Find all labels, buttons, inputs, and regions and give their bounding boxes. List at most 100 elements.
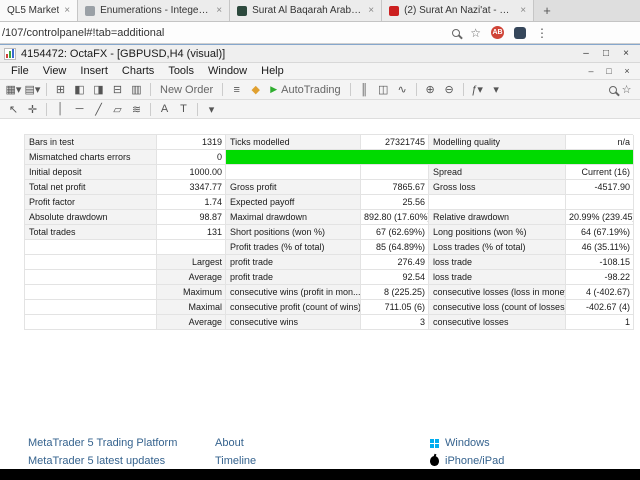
toolbar-separator bbox=[46, 102, 47, 116]
report-label: Relative drawdown bbox=[429, 210, 566, 225]
profiles-icon[interactable]: ▤▾ bbox=[24, 82, 41, 98]
depth-of-market-icon[interactable]: ≡ bbox=[228, 82, 245, 98]
report-value: 25.56 bbox=[361, 195, 429, 210]
timeframes-icon[interactable]: ▾ bbox=[488, 82, 505, 98]
tab-surat-al-baqarah[interactable]: Surat Al Baqarah Arab, Latin & × bbox=[230, 0, 383, 21]
report-row: Largest profit trade 276.49 loss trade -… bbox=[25, 255, 634, 270]
report-row: Absolute drawdown 98.87 Maximal drawdown… bbox=[25, 210, 634, 225]
report-label: Mismatched charts errors bbox=[25, 150, 157, 165]
footer-link-latest-updates[interactable]: MetaTrader 5 latest updates bbox=[28, 452, 215, 470]
market-watch-icon[interactable]: ⊞ bbox=[52, 82, 69, 98]
report-value: 1 bbox=[566, 315, 634, 330]
apple-logo-icon bbox=[430, 456, 439, 466]
child-close-button[interactable]: × bbox=[619, 66, 635, 76]
channel-icon[interactable]: ▱ bbox=[109, 101, 126, 117]
minimize-button[interactable]: – bbox=[576, 48, 596, 59]
label-icon[interactable]: T bbox=[175, 101, 192, 117]
report-value: -98.22 bbox=[566, 270, 634, 285]
report-value: 98.87 bbox=[157, 210, 226, 225]
report-row: Maximal consecutive profit (count of win… bbox=[25, 300, 634, 315]
tab-surat-an-naziat[interactable]: (2) Surat An Nazi'at - Muzamm × bbox=[382, 0, 535, 21]
chart-candles-icon[interactable]: ◫ bbox=[375, 82, 392, 98]
menu-charts[interactable]: Charts bbox=[115, 65, 161, 77]
report-row: Bars in test 1319 Ticks modelled 2732174… bbox=[25, 135, 634, 150]
chart-line-icon[interactable]: ∿ bbox=[394, 82, 411, 98]
footer-link-windows[interactable]: Windows bbox=[430, 434, 640, 452]
footer-link-timeline[interactable]: Timeline bbox=[215, 452, 430, 470]
tab-title: (2) Surat An Nazi'at - Muzamm bbox=[404, 5, 515, 16]
tab-close-icon[interactable]: × bbox=[368, 5, 374, 16]
favorites-icon[interactable]: ☆ bbox=[618, 82, 635, 98]
toolbar-search-icon[interactable] bbox=[609, 85, 617, 94]
url-field[interactable]: /107/controlpanel#!tab=additional bbox=[0, 27, 164, 39]
maximize-button[interactable]: □ bbox=[596, 48, 616, 59]
child-minimize-button[interactable]: – bbox=[583, 66, 599, 76]
navigator-icon[interactable]: ◨ bbox=[90, 82, 107, 98]
data-window-icon[interactable]: ◧ bbox=[71, 82, 88, 98]
report-label: consecutive losses (loss in money) bbox=[429, 285, 566, 300]
report-label: profit trade bbox=[226, 270, 361, 285]
horizontal-line-icon[interactable]: ─ bbox=[71, 101, 88, 117]
menu-window[interactable]: Window bbox=[201, 65, 254, 77]
adblock-extension-icon[interactable]: AB bbox=[491, 26, 504, 39]
zoom-in-icon[interactable]: ⊕ bbox=[422, 82, 439, 98]
chart-bars-icon[interactable]: ║ bbox=[356, 82, 373, 98]
close-button[interactable]: × bbox=[616, 48, 636, 59]
toolbar-separator bbox=[462, 83, 464, 96]
tab-mql5-market[interactable]: QL5 Market × bbox=[0, 0, 79, 21]
tab-close-icon[interactable]: × bbox=[64, 5, 70, 16]
strategy-tester-icon[interactable]: ▥ bbox=[128, 82, 145, 98]
menu-view[interactable]: View bbox=[36, 65, 74, 77]
cursor-icon[interactable]: ↖ bbox=[5, 101, 22, 117]
menu-insert[interactable]: Insert bbox=[73, 65, 115, 77]
report-row: Profit factor 1.74 Expected payoff 25.56 bbox=[25, 195, 634, 210]
report-label: Maximal drawdown bbox=[226, 210, 361, 225]
footer-link-trading-platform[interactable]: MetaTrader 5 Trading Platform bbox=[28, 434, 215, 452]
tab-close-icon[interactable]: × bbox=[520, 5, 526, 16]
report-value: -402.67 (4) bbox=[566, 300, 634, 315]
tab-enumerations[interactable]: Enumerations - Integer Types × bbox=[78, 0, 231, 21]
report-row: Maximum consecutive wins (profit in mon.… bbox=[25, 285, 634, 300]
child-restore-button[interactable]: □ bbox=[601, 66, 617, 76]
report-value: 3 bbox=[361, 315, 429, 330]
toolbox-icon[interactable]: ⊟ bbox=[109, 82, 126, 98]
new-order-button[interactable]: New Order bbox=[155, 84, 218, 96]
toolbar-separator bbox=[197, 102, 198, 116]
footer-column-platform: MetaTrader 5 Trading Platform MetaTrader… bbox=[28, 434, 215, 470]
search-icon[interactable] bbox=[452, 28, 461, 37]
report-value: 711.05 (6) bbox=[361, 300, 429, 315]
child-window-controls: – □ × bbox=[583, 66, 640, 76]
toolbar-separator bbox=[222, 83, 224, 96]
report-label: Profit trades (% of total) bbox=[226, 240, 361, 255]
report-row-header: Average bbox=[157, 315, 226, 330]
menu-file[interactable]: File bbox=[4, 65, 36, 77]
autotrading-label: AutoTrading bbox=[281, 83, 341, 96]
menu-tools[interactable]: Tools bbox=[161, 65, 201, 77]
mt5-logo-icon bbox=[4, 47, 16, 60]
extension-icon[interactable] bbox=[514, 26, 526, 39]
objects-dropdown-icon[interactable]: ▾ bbox=[203, 101, 220, 117]
bookmark-star-icon[interactable]: ☆ bbox=[470, 26, 481, 40]
report-label: Spread bbox=[429, 165, 566, 180]
autotrading-button[interactable]: ▶ AutoTrading bbox=[265, 84, 345, 96]
text-icon[interactable]: A bbox=[156, 101, 173, 117]
report-row: Average consecutive wins 3 consecutive l… bbox=[25, 315, 634, 330]
vertical-line-icon[interactable]: │ bbox=[52, 101, 69, 117]
tab-close-icon[interactable]: × bbox=[216, 5, 222, 16]
zoom-out-icon[interactable]: ⊖ bbox=[441, 82, 458, 98]
new-tab-button[interactable]: + bbox=[534, 0, 560, 21]
new-chart-icon[interactable]: ▦▾ bbox=[5, 82, 22, 98]
indicators-icon[interactable]: ƒ▾ bbox=[469, 82, 486, 98]
report-value: 7865.67 bbox=[361, 180, 429, 195]
trendline-icon[interactable]: ╱ bbox=[90, 101, 107, 117]
crosshair-icon[interactable]: ✛ bbox=[24, 101, 41, 117]
browser-menu-icon[interactable]: ⋮ bbox=[536, 26, 548, 40]
toolbar-separator bbox=[150, 102, 151, 116]
fibonacci-icon[interactable]: ≋ bbox=[128, 101, 145, 117]
report-row-header: Average bbox=[157, 270, 226, 285]
footer-link-about[interactable]: About bbox=[215, 434, 430, 452]
report-value: 276.49 bbox=[361, 255, 429, 270]
menu-help[interactable]: Help bbox=[254, 65, 291, 77]
alerts-icon[interactable]: ◆ bbox=[247, 82, 264, 98]
footer-link-iphone-ipad[interactable]: iPhone/iPad bbox=[430, 452, 640, 470]
